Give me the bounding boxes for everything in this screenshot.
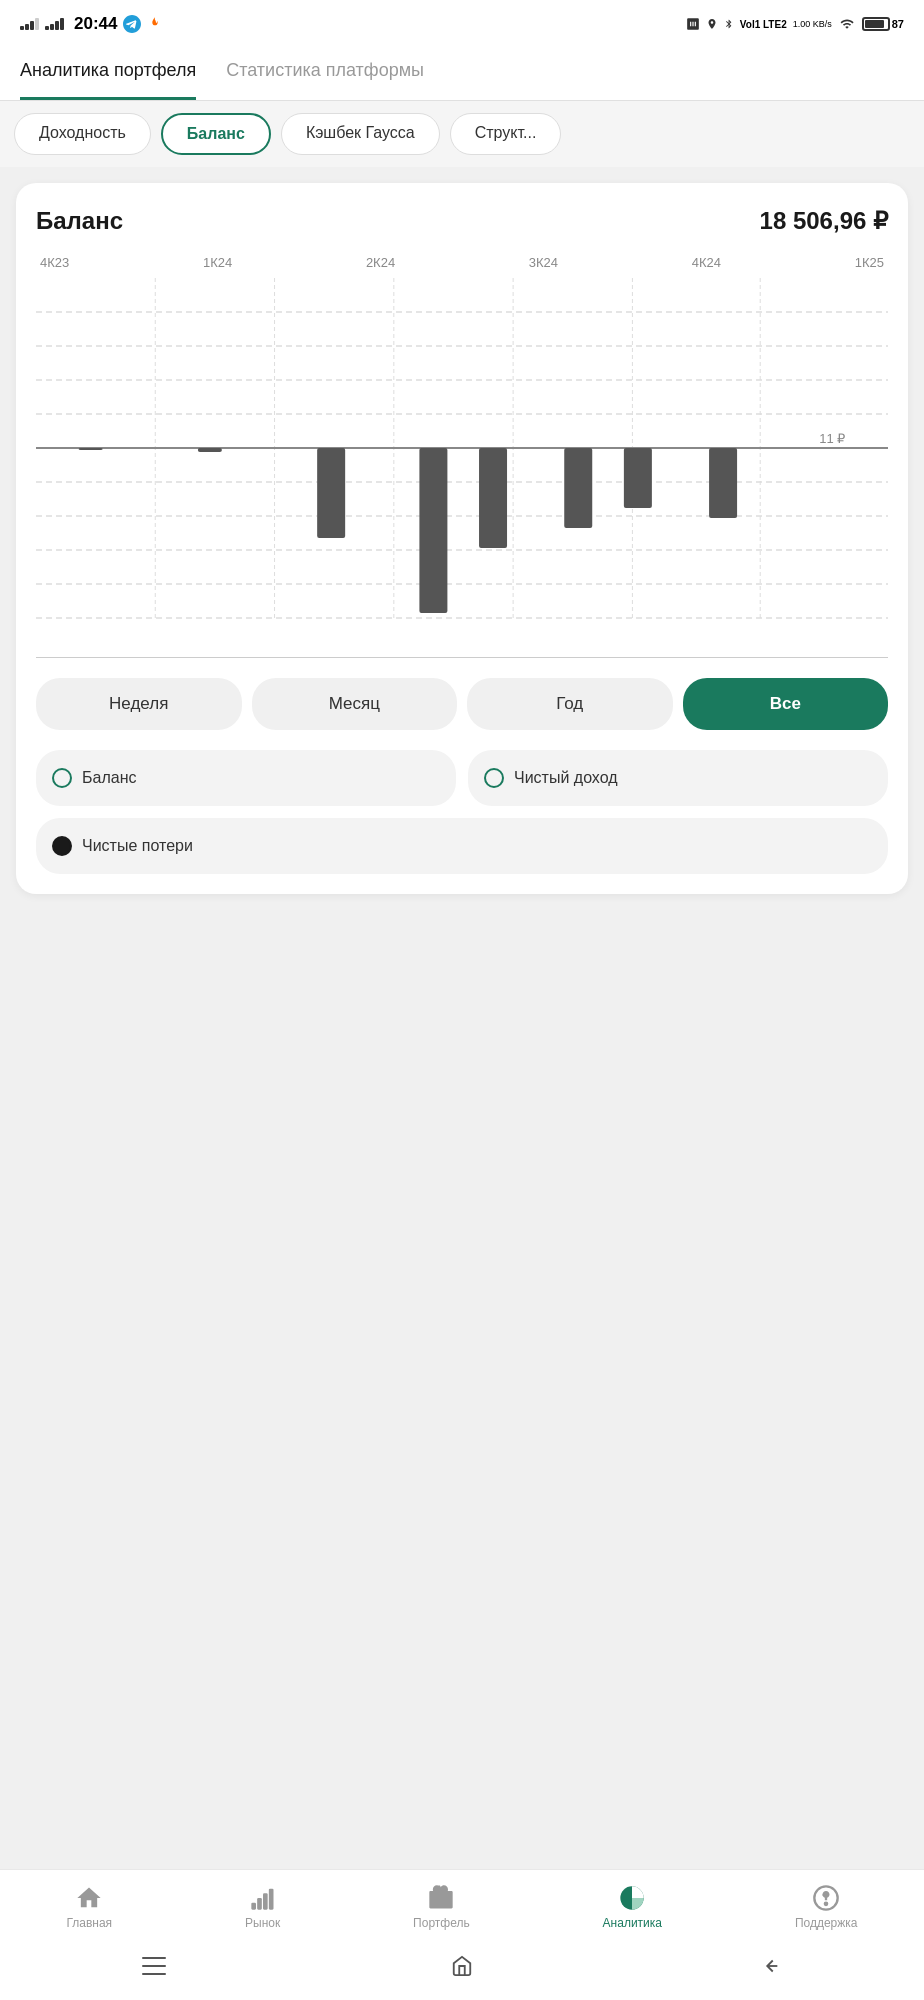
svg-rect-27 <box>257 1898 262 1910</box>
bottom-navigation: Главная Рынок Портф <box>0 1869 924 1940</box>
balance-chart: 11 ₽ <box>36 278 888 658</box>
card-value: 18 506,96 ₽ <box>760 207 888 235</box>
support-icon <box>812 1884 840 1912</box>
svg-rect-24 <box>624 448 652 508</box>
filter-tab-yield[interactable]: Доходность <box>14 113 151 155</box>
svg-rect-21 <box>419 448 447 613</box>
tab-platform-stats[interactable]: Статистика платформы <box>226 44 424 100</box>
chart-labels: 4К23 1К24 2К24 3К24 4К24 1К25 <box>36 255 888 270</box>
svg-rect-34 <box>142 1973 166 1975</box>
svg-rect-28 <box>263 1893 268 1909</box>
analytics-icon <box>618 1884 646 1912</box>
chart-label-1: 1К24 <box>203 255 232 270</box>
period-month-button[interactable]: Месяц <box>252 678 458 730</box>
svg-rect-18 <box>79 448 103 450</box>
nav-home-label: Главная <box>66 1916 112 1930</box>
svg-rect-33 <box>142 1965 166 1967</box>
battery-indicator: 87 <box>862 17 904 31</box>
legend-net-loss-label: Чистые потери <box>82 837 193 855</box>
nav-analytics-label: Аналитика <box>603 1916 662 1930</box>
location-icon <box>706 16 718 32</box>
nav-portfolio[interactable]: Портфель <box>413 1884 470 1930</box>
period-week-button[interactable]: Неделя <box>36 678 242 730</box>
nfc-icon <box>686 16 700 32</box>
back-icon[interactable] <box>756 1952 784 1980</box>
chart-label-5: 1К25 <box>855 255 884 270</box>
status-left: 20:44 <box>20 14 163 34</box>
main-content: Баланс 18 506,96 ₽ 4К23 1К24 2К24 3К24 4… <box>0 167 924 1390</box>
signal-bars-2 <box>45 18 64 30</box>
svg-rect-23 <box>564 448 592 528</box>
wifi-icon <box>838 17 856 31</box>
chart-label-2: 2К24 <box>366 255 395 270</box>
signal-bars-1 <box>20 18 39 30</box>
filter-tab-balance[interactable]: Баланс <box>161 113 271 155</box>
svg-text:11 ₽: 11 ₽ <box>819 431 845 446</box>
tab-analytics-portfolio[interactable]: Аналитика портфеля <box>20 44 196 100</box>
legend-net-income-button[interactable]: Чистый доход <box>468 750 888 806</box>
svg-rect-26 <box>251 1903 256 1910</box>
svg-rect-25 <box>709 448 737 518</box>
svg-point-31 <box>825 1903 827 1905</box>
filter-tab-cashback[interactable]: Кэшбек Гаусса <box>281 113 440 155</box>
balance-card: Баланс 18 506,96 ₽ 4К23 1К24 2К24 3К24 4… <box>16 183 908 894</box>
legend-balance-label: Баланс <box>82 769 136 787</box>
menu-icon[interactable] <box>140 1952 168 1980</box>
legend-net-loss-button[interactable]: Чистые потери <box>36 818 888 874</box>
system-bar <box>0 1940 924 2000</box>
top-navigation: Аналитика портфеля Статистика платформы <box>0 44 924 101</box>
chart-svg: 11 ₽ <box>36 278 888 618</box>
legend-net-income-label: Чистый доход <box>514 769 618 787</box>
nav-analytics[interactable]: Аналитика <box>603 1884 662 1930</box>
telegram-icon <box>123 15 141 33</box>
period-buttons: Неделя Месяц Год Все <box>36 678 888 730</box>
nav-portfolio-label: Портфель <box>413 1916 470 1930</box>
chart-label-3: 3К24 <box>529 255 558 270</box>
fire-icon <box>147 15 163 33</box>
svg-rect-20 <box>317 448 345 538</box>
nav-market-label: Рынок <box>245 1916 280 1930</box>
nav-support[interactable]: Поддержка <box>795 1884 858 1930</box>
status-bar: 20:44 Vol1 LTE2 1.00 KB/s 87 <box>0 0 924 44</box>
filter-tabs-row: Доходность Баланс Кэшбек Гаусса Структ..… <box>0 101 924 167</box>
chart-label-4: 4К24 <box>692 255 721 270</box>
status-time: 20:44 <box>74 14 117 34</box>
filter-tab-structure[interactable]: Структ... <box>450 113 562 155</box>
nav-support-label: Поддержка <box>795 1916 858 1930</box>
bottom-area: Главная Рынок Портф <box>0 1869 924 2000</box>
home-icon <box>75 1884 103 1912</box>
status-right: Vol1 LTE2 1.00 KB/s 87 <box>686 16 904 32</box>
card-header: Баланс 18 506,96 ₽ <box>36 207 888 235</box>
balance-circle-icon <box>52 768 72 788</box>
svg-rect-19 <box>198 448 222 452</box>
bluetooth-icon <box>724 16 734 32</box>
svg-rect-22 <box>479 448 507 548</box>
network-indicator: Vol1 LTE2 <box>740 19 787 30</box>
legend-balance-button[interactable]: Баланс <box>36 750 456 806</box>
battery-percent: 87 <box>892 18 904 30</box>
home-system-icon[interactable] <box>448 1952 476 1980</box>
period-all-button[interactable]: Все <box>683 678 889 730</box>
chart-label-0: 4К23 <box>40 255 69 270</box>
portfolio-icon <box>427 1884 455 1912</box>
net-loss-circle-icon <box>52 836 72 856</box>
net-income-circle-icon <box>484 768 504 788</box>
market-icon <box>249 1884 277 1912</box>
svg-rect-32 <box>142 1957 166 1959</box>
speed-indicator: 1.00 KB/s <box>793 19 832 29</box>
nav-market[interactable]: Рынок <box>245 1884 280 1930</box>
period-year-button[interactable]: Год <box>467 678 673 730</box>
svg-rect-29 <box>268 1889 273 1910</box>
legend-row-1: Баланс Чистый доход <box>36 750 888 806</box>
nav-home[interactable]: Главная <box>66 1884 112 1930</box>
card-title: Баланс <box>36 207 123 235</box>
